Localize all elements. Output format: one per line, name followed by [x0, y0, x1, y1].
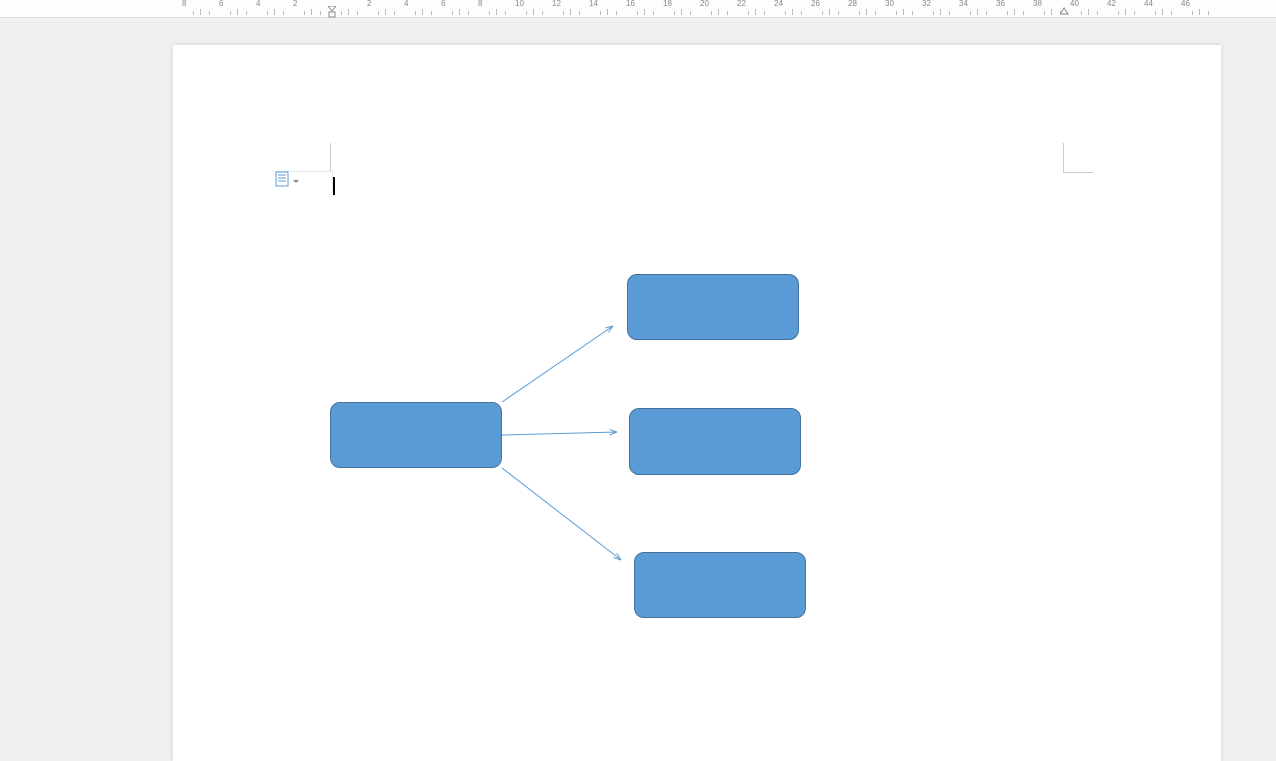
- left-indent-marker[interactable]: [328, 6, 338, 18]
- ruler-tick: 40: [1070, 0, 1079, 17]
- horizontal-ruler[interactable]: 8642246810121416182022242628303234363840…: [0, 0, 1276, 18]
- ruler-tick: 8: [478, 0, 482, 17]
- ruler-tick: 6: [219, 0, 223, 17]
- ruler-tick: 36: [996, 0, 1005, 17]
- margin-corner-top-right: [1063, 143, 1093, 173]
- ruler-tick: 4: [404, 0, 408, 17]
- ruler-tick: 4: [256, 0, 260, 17]
- arrow-connector[interactable]: [497, 427, 622, 440]
- arrow-connector[interactable]: [497, 321, 618, 407]
- rounded-rect-shape[interactable]: [627, 274, 799, 340]
- ruler-tick: 28: [848, 0, 857, 17]
- ruler-tick: 10: [515, 0, 524, 17]
- ruler-tick: 2: [367, 0, 371, 17]
- ruler-tick: 16: [626, 0, 635, 17]
- ruler-tick: 42: [1107, 0, 1116, 17]
- document-header-icon: [273, 171, 289, 192]
- ruler-tick: 44: [1144, 0, 1153, 17]
- document-page[interactable]: [173, 45, 1221, 761]
- rounded-rect-shape[interactable]: [629, 408, 801, 475]
- ruler-tick: 46: [1181, 0, 1190, 17]
- text-cursor: [333, 177, 335, 195]
- rounded-rect-shape[interactable]: [634, 552, 806, 618]
- ruler-tick: 14: [589, 0, 598, 17]
- ruler-tick: 20: [700, 0, 709, 17]
- dropdown-arrow-icon: [293, 180, 299, 183]
- ruler-tick: 22: [737, 0, 746, 17]
- ruler-tick: 18: [663, 0, 672, 17]
- ruler-tick: 2: [293, 0, 297, 17]
- rounded-rect-shape[interactable]: [330, 402, 502, 468]
- margin-corner-top-left: [301, 143, 331, 173]
- ruler-tick: 38: [1033, 0, 1042, 17]
- ruler-tick: 26: [811, 0, 820, 17]
- ruler-tick: 8: [182, 0, 186, 17]
- ruler-tick: 30: [885, 0, 894, 17]
- arrow-connector[interactable]: [497, 463, 626, 565]
- ruler-tick: 32: [922, 0, 931, 17]
- header-options-tab[interactable]: [273, 171, 333, 191]
- ruler-tick: 24: [774, 0, 783, 17]
- ruler-tick: 12: [552, 0, 561, 17]
- ruler-tick: 6: [441, 0, 445, 17]
- ruler-tick: 34: [959, 0, 968, 17]
- right-indent-marker[interactable]: [1060, 6, 1070, 16]
